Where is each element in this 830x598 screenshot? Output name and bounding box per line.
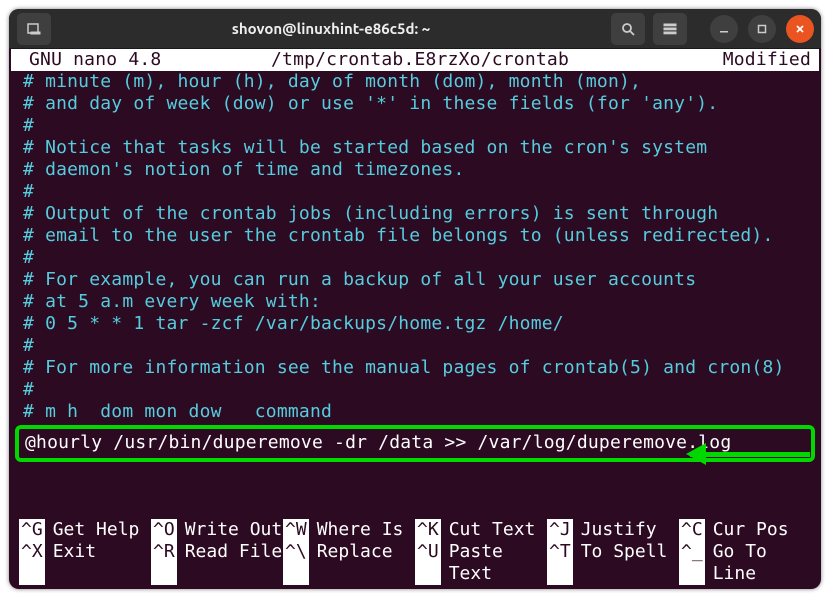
shortcut-label: Cur Pos [705, 519, 789, 541]
shortcut-key: ^_ [679, 541, 705, 585]
shortcut-key: ^U [415, 541, 441, 585]
shortcut-label: Paste Text [441, 541, 547, 585]
shortcut-item: ^XExit [19, 541, 151, 585]
editor-line: # [11, 247, 819, 269]
shortcut-label: Get Help [45, 519, 140, 541]
editor-file: /tmp/crontab.E8rzXo/crontab [271, 49, 709, 71]
shortcut-key: ^K [415, 519, 441, 541]
shortcut-key: ^O [151, 519, 177, 541]
shortcut-item: ^CCur Pos [679, 519, 811, 541]
editor-line: # minute (m), hour (h), day of month (do… [11, 71, 819, 93]
editor-body: # minute (m), hour (h), day of month (do… [11, 71, 819, 423]
terminal-content[interactable]: GNU nano 4.8 /tmp/crontab.E8rzXo/crontab… [9, 49, 821, 462]
editor-line: # at 5 a.m every week with: [11, 291, 819, 313]
shortcut-item: ^JJustify [547, 519, 679, 541]
search-button[interactable] [611, 13, 645, 45]
editor-line: # For example, you can run a backup of a… [11, 269, 819, 291]
terminal-window: shovon@linuxhint-e86c5d: ~ GNU nano 4.8 … [9, 9, 821, 589]
menu-button[interactable] [653, 13, 687, 45]
new-tab-button[interactable] [17, 13, 51, 45]
shortcut-key: ^C [679, 519, 705, 541]
editor-line: # [11, 181, 819, 203]
shortcut-label: Cut Text [441, 519, 536, 541]
shortcut-key: ^G [19, 519, 45, 541]
shortcut-key: ^R [151, 541, 177, 585]
shortcut-key: ^W [283, 519, 309, 541]
editor-line: # and day of week (dow) or use '*' in th… [11, 93, 819, 115]
shortcut-label: Justify [573, 519, 657, 541]
editor-line: # Output of the crontab jobs (including … [11, 203, 819, 225]
shortcut-label: Where Is [309, 519, 404, 541]
titlebar: shovon@linuxhint-e86c5d: ~ [9, 9, 821, 49]
editor-status: Modified [709, 49, 819, 71]
minimize-button[interactable] [710, 15, 738, 43]
maximize-button[interactable] [748, 15, 776, 43]
close-button[interactable] [786, 15, 814, 43]
editor-line: # 0 5 * * 1 tar -zcf /var/backups/home.t… [11, 313, 819, 335]
shortcut-label: Read File [177, 541, 283, 585]
shortcut-item: ^RRead File [151, 541, 283, 585]
shortcut-item: ^_Go To Line [679, 541, 811, 585]
shortcut-key: ^J [547, 519, 573, 541]
shortcut-item: ^\Replace [283, 541, 415, 585]
annotation-arrow [686, 448, 810, 460]
shortcut-label: Replace [309, 541, 393, 585]
shortcut-label: Go To Line [705, 541, 811, 585]
window-title: shovon@linuxhint-e86c5d: ~ [53, 20, 609, 37]
editor-line: # email to the user the crontab file bel… [11, 225, 819, 247]
editor-line: # m h dom mon dow command [11, 401, 819, 423]
editor-line: # For more information see the manual pa… [11, 357, 819, 379]
editor-line: # daemon's notion of time and timezones. [11, 159, 819, 181]
editor-line: # Notice that tasks will be started base… [11, 137, 819, 159]
shortcut-item: ^WWhere Is [283, 519, 415, 541]
shortcut-label: Write Out [177, 519, 283, 541]
shortcut-key: ^X [19, 541, 45, 585]
shortcut-key: ^T [547, 541, 573, 585]
shortcut-item: ^KCut Text [415, 519, 547, 541]
editor-line: # [11, 379, 819, 401]
shortcut-label: Exit [45, 541, 96, 585]
shortcut-item: ^OWrite Out [151, 519, 283, 541]
shortcut-item: ^GGet Help [19, 519, 151, 541]
editor-name: GNU nano 4.8 [11, 49, 271, 71]
shortcut-label: To Spell [573, 541, 668, 585]
editor-line: # [11, 335, 819, 357]
shortcut-item: ^TTo Spell [547, 541, 679, 585]
nano-header: GNU nano 4.8 /tmp/crontab.E8rzXo/crontab… [11, 49, 819, 71]
editor-line: # [11, 115, 819, 137]
shortcut-item: ^UPaste Text [415, 541, 547, 585]
shortcut-key: ^\ [283, 541, 309, 585]
nano-shortcuts: ^GGet Help^OWrite Out^WWhere Is^KCut Tex… [11, 519, 819, 585]
